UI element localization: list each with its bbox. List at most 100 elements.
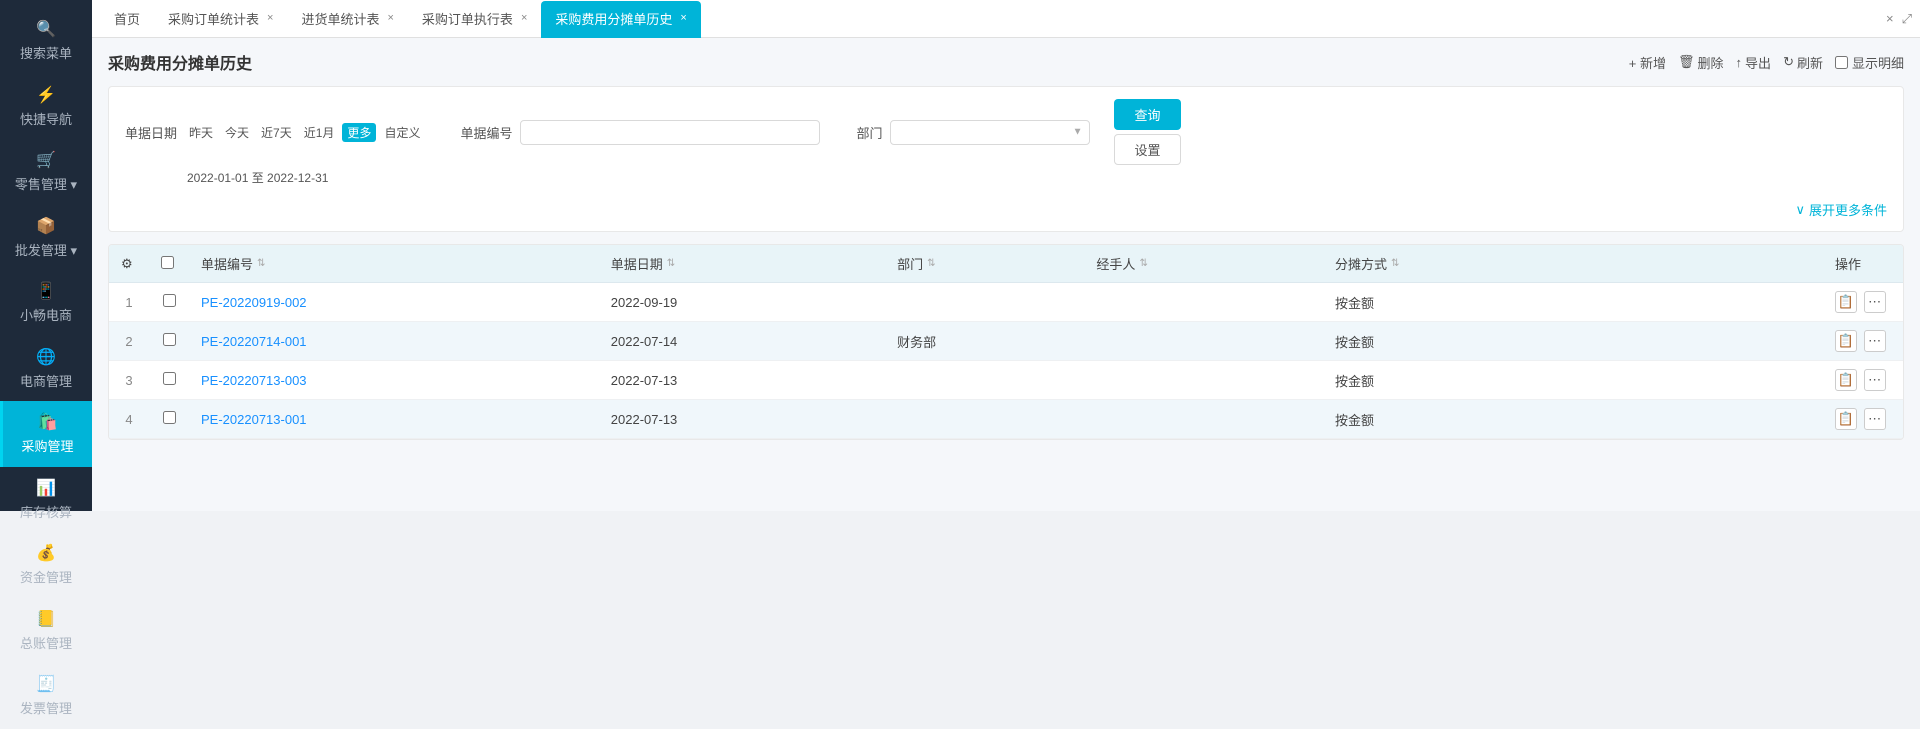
tab-label-stock-stat: 进货单统计表 [301, 9, 379, 28]
tab-purchase-order-stat[interactable]: 采购订单统计表× [154, 1, 287, 38]
row-view-btn-1[interactable]: 📋 [1835, 330, 1857, 352]
row-checkbox-3 [149, 400, 189, 439]
doc-no-link-0[interactable]: PE-20220919-002 [201, 295, 307, 310]
date-range-text: 2022-01-01 至 2022-12-31 [187, 171, 328, 185]
date-1month[interactable]: 近1月 [300, 123, 339, 142]
tab-close-purchase-order-stat[interactable]: × [267, 12, 273, 24]
row-split-method-0: 按金额 [1323, 283, 1823, 322]
dept-sort-icon: ⇅ [927, 258, 935, 269]
window-controls: × ⤢ [1886, 11, 1912, 27]
sidebar-icon-quicknav: ⚡ [4, 84, 88, 108]
gear-icon[interactable]: ⚙ [121, 256, 133, 271]
date-custom[interactable]: 自定义 [380, 123, 424, 142]
doc-no-link-3[interactable]: PE-20220713-001 [201, 412, 307, 427]
sidebar-item-inventory[interactable]: 📊库存核算 [0, 467, 92, 533]
show-detail-checkbox[interactable] [1835, 56, 1848, 69]
row-ops-0: 📋 ⋯ [1823, 283, 1903, 322]
tab-purchase-fee-split[interactable]: 采购费用分摊单历史 × [541, 1, 700, 38]
row-select-3[interactable] [163, 411, 176, 424]
row-num-1: 2 [109, 322, 149, 361]
row-view-btn-2[interactable]: 📋 [1835, 369, 1857, 391]
maximize-window-icon[interactable]: ⤢ [1902, 11, 1912, 27]
tab-close-purchase-fee-split[interactable]: × [680, 12, 686, 24]
select-all-checkbox[interactable] [161, 256, 174, 269]
sidebar-icon-finance: 💰 [4, 542, 88, 566]
export-button[interactable]: ↑ 导出 [1736, 53, 1772, 72]
data-table: ⚙ 单据编号 ⇅ 单据日期 [109, 245, 1903, 439]
refresh-button[interactable]: ↻ 刷新 [1783, 53, 1823, 72]
th-dept[interactable]: 部门 ⇅ [885, 245, 1084, 283]
refresh-icon: ↻ [1783, 54, 1794, 70]
row-checkbox-0 [149, 283, 189, 322]
sidebar-icon-retail: 🛒 [4, 149, 88, 173]
sidebar-item-ledger[interactable]: 📒总账管理 [0, 598, 92, 664]
tab-close-purchase-order-exec[interactable]: × [521, 12, 527, 24]
settings-button[interactable]: 设置 [1114, 134, 1180, 165]
row-select-1[interactable] [163, 333, 176, 346]
sidebar-item-ecom[interactable]: 🌐电商管理 [0, 336, 92, 402]
sidebar-item-search[interactable]: 🔍搜索菜单 [0, 8, 92, 74]
sidebar-item-purchase[interactable]: 🛍️采购管理 [0, 401, 92, 467]
date-7days[interactable]: 近7天 [257, 123, 296, 142]
tab-purchase-order-exec[interactable]: 采购订单执行表× [408, 1, 541, 38]
row-select-0[interactable] [163, 294, 176, 307]
query-settings-group: 查询 设置 [1114, 99, 1180, 165]
doc-no-filter: 单据编号 [460, 120, 820, 145]
date-range-display: 2022-01-01 至 2022-12-31 [187, 169, 1887, 186]
row-date-0: 2022-09-19 [599, 283, 885, 322]
date-today[interactable]: 今天 [221, 123, 253, 142]
row-ops-1: 📋 ⋯ [1823, 322, 1903, 361]
th-split-method[interactable]: 分摊方式 ⇅ [1323, 245, 1823, 283]
sidebar-item-wholesale[interactable]: 📦批发管理 ▾ [0, 205, 92, 271]
row-dept-1: 财务部 [885, 322, 1084, 361]
header-actions: + 新增 🗑 删除 ↑ 导出 ↻ 刷新 显示明细 [1629, 53, 1904, 72]
doc-no-link-1[interactable]: PE-20220714-001 [201, 334, 307, 349]
th-handler[interactable]: 经手人 ⇅ [1084, 245, 1323, 283]
sidebar-item-ecom-mini[interactable]: 📱小畅电商 [0, 270, 92, 336]
doc-no-input[interactable] [520, 120, 820, 145]
th-doc-no[interactable]: 单据编号 ⇅ [189, 245, 599, 283]
date-yesterday[interactable]: 昨天 [185, 123, 217, 142]
sidebar-item-finance[interactable]: 💰资金管理 [0, 532, 92, 598]
row-more-btn-0[interactable]: ⋯ [1864, 291, 1886, 313]
query-button[interactable]: 查询 [1114, 99, 1180, 130]
row-ops-2: 📋 ⋯ [1823, 361, 1903, 400]
row-handler-1 [1084, 322, 1323, 361]
doc-no-sort-icon: ⇅ [257, 258, 265, 269]
row-more-btn-2[interactable]: ⋯ [1864, 369, 1886, 391]
expand-more-btn[interactable]: ∨ 展开更多条件 [1795, 200, 1887, 219]
row-doc-no-3: PE-20220713-001 [189, 400, 599, 439]
row-more-btn-1[interactable]: ⋯ [1864, 330, 1886, 352]
sidebar-item-quicknav[interactable]: ⚡快捷导航 [0, 74, 92, 140]
dept-dropdown-icon: ▼ [1073, 127, 1083, 138]
sidebar-icon-ecom-mini: 📱 [4, 280, 88, 304]
th-date[interactable]: 单据日期 ⇅ [599, 245, 885, 283]
row-view-btn-3[interactable]: 📋 [1835, 408, 1857, 430]
row-dept-0 [885, 283, 1084, 322]
date-more[interactable]: 更多 [342, 123, 376, 142]
tab-label-purchase-fee-split: 采购费用分摊单历史 [555, 9, 672, 28]
tab-home[interactable]: 首页 [100, 1, 154, 38]
row-split-method-2: 按金额 [1323, 361, 1823, 400]
th-gear: ⚙ [109, 245, 149, 283]
table-row: 2 PE-20220714-001 2022-07-14 财务部 按金额 📋 ⋯ [109, 322, 1903, 361]
tab-close-stock-stat[interactable]: × [387, 12, 393, 24]
dept-input[interactable] [890, 120, 1090, 145]
delete-button[interactable]: 🗑 删除 [1678, 53, 1724, 72]
th-ops: 操作 [1823, 245, 1903, 283]
sidebar-item-invoice[interactable]: 🧾发票管理 [0, 663, 92, 729]
add-button[interactable]: + 新增 [1629, 53, 1666, 72]
data-table-container: ⚙ 单据编号 ⇅ 单据日期 [108, 244, 1904, 440]
close-window-icon[interactable]: × [1886, 11, 1894, 26]
row-select-2[interactable] [163, 372, 176, 385]
doc-no-link-2[interactable]: PE-20220713-003 [201, 373, 307, 388]
sidebar-icon-invoice: 🧾 [4, 673, 88, 697]
sidebar-item-retail[interactable]: 🛒零售管理 ▾ [0, 139, 92, 205]
row-view-btn-0[interactable]: 📋 [1835, 291, 1857, 313]
delete-icon: 🗑 [1678, 54, 1695, 70]
expand-more-container: ∨ 展开更多条件 [125, 192, 1887, 219]
tab-stock-stat[interactable]: 进货单统计表 × [287, 1, 407, 38]
row-more-btn-3[interactable]: ⋯ [1864, 408, 1886, 430]
date-sort-icon: ⇅ [667, 258, 675, 269]
show-detail-toggle[interactable]: 显示明细 [1835, 53, 1904, 72]
